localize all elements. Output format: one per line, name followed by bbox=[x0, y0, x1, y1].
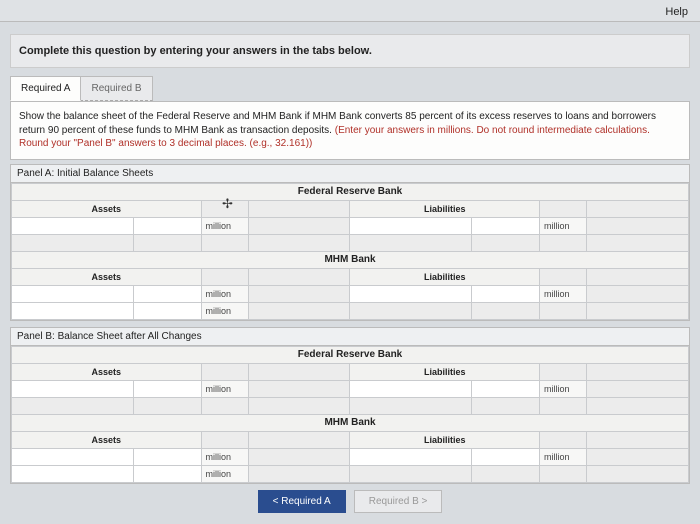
frb-title-b: Federal Reserve Bank bbox=[12, 346, 689, 363]
frb-b-liab-val[interactable] bbox=[472, 380, 540, 397]
mhm-asset2-val[interactable] bbox=[133, 302, 201, 319]
frb-asset-name[interactable] bbox=[12, 217, 134, 234]
frb-liab-name[interactable] bbox=[350, 217, 472, 234]
instruction-text: Complete this question by entering your … bbox=[10, 34, 690, 68]
panel-b-label: Panel B: Balance Sheet after All Changes bbox=[10, 327, 690, 346]
liab-head: Liabilities bbox=[350, 431, 540, 448]
frb-title: Federal Reserve Bank bbox=[12, 183, 689, 200]
tab-required-a[interactable]: Required A bbox=[10, 76, 81, 101]
unit: million bbox=[540, 217, 587, 234]
liab-head: Liabilities bbox=[350, 268, 540, 285]
panel-b-sheet: Federal Reserve Bank Assets Liabilities … bbox=[10, 346, 690, 484]
mhm-b-asset2-val[interactable] bbox=[133, 465, 201, 482]
mhm-asset2-name[interactable] bbox=[12, 302, 134, 319]
liab-head: Liabilities bbox=[350, 363, 540, 380]
unit: million bbox=[540, 380, 587, 397]
assets-head: Assets bbox=[12, 268, 202, 285]
prev-button[interactable]: < Required A bbox=[258, 490, 346, 513]
mhm-b-asset2-name[interactable] bbox=[12, 465, 134, 482]
frb-liab-val[interactable] bbox=[472, 217, 540, 234]
mhm-b-asset1-name[interactable] bbox=[12, 448, 134, 465]
liab-head: Liabilities bbox=[350, 200, 540, 217]
assets-head: Assets bbox=[12, 363, 202, 380]
mhm-asset1-val[interactable] bbox=[133, 285, 201, 302]
unit: million bbox=[540, 448, 587, 465]
mhm-title-b: MHM Bank bbox=[12, 414, 689, 431]
mhm-title: MHM Bank bbox=[12, 251, 689, 268]
mhm-asset1-name[interactable] bbox=[12, 285, 134, 302]
unit: million bbox=[201, 217, 248, 234]
panel-a-sheet: Federal Reserve Bank Assets Liabilities … bbox=[10, 183, 690, 321]
unit: million bbox=[201, 465, 248, 482]
frb-b-asset-name[interactable] bbox=[12, 380, 134, 397]
next-button[interactable]: Required B > bbox=[354, 490, 443, 513]
unit: million bbox=[201, 448, 248, 465]
tab-required-b[interactable]: Required B bbox=[80, 76, 152, 101]
assets-head: Assets bbox=[12, 200, 202, 217]
question-text: Show the balance sheet of the Federal Re… bbox=[10, 101, 690, 160]
frb-asset-val[interactable] bbox=[133, 217, 201, 234]
unit: million bbox=[201, 302, 248, 319]
assets-head: Assets bbox=[12, 431, 202, 448]
nav-row: < Required A Required B > bbox=[0, 490, 700, 513]
unit: million bbox=[540, 285, 587, 302]
mhm-b-liab1-name[interactable] bbox=[350, 448, 472, 465]
mhm-liab1-val[interactable] bbox=[472, 285, 540, 302]
mhm-b-asset1-val[interactable] bbox=[133, 448, 201, 465]
tabs: Required A Required B bbox=[10, 76, 700, 101]
frb-b-liab-name[interactable] bbox=[350, 380, 472, 397]
help-link[interactable]: Help bbox=[665, 6, 688, 18]
unit: million bbox=[201, 285, 248, 302]
mhm-liab1-name[interactable] bbox=[350, 285, 472, 302]
unit: million bbox=[201, 380, 248, 397]
frb-b-asset-val[interactable] bbox=[133, 380, 201, 397]
mhm-b-liab1-val[interactable] bbox=[472, 448, 540, 465]
panel-a-label: Panel A: Initial Balance Sheets bbox=[10, 164, 690, 183]
